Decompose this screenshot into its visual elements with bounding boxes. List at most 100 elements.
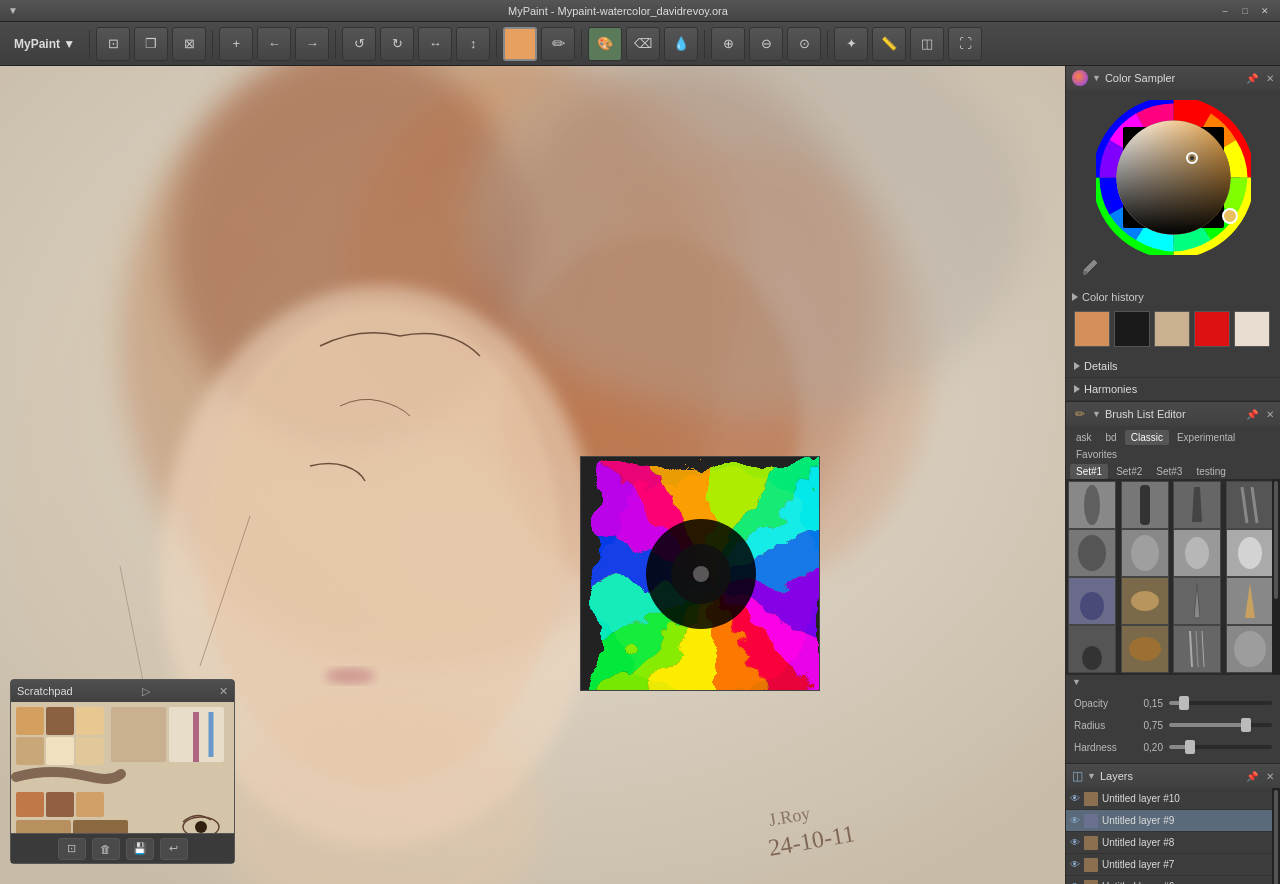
duplicate-button[interactable]: ❐ [134, 27, 168, 61]
brush-grid-scrollbar-thumb[interactable] [1274, 481, 1278, 599]
brush-cell-4[interactable] [1226, 481, 1274, 529]
brush-cell-7[interactable] [1173, 529, 1221, 577]
maximize-button[interactable]: □ [1238, 4, 1252, 18]
brush-tab-classic[interactable]: Classic [1125, 430, 1169, 445]
harmonies-row[interactable]: Harmonies [1066, 378, 1280, 401]
eyedropper-tool-button[interactable]: 💧 [664, 27, 698, 61]
color-swatch-2[interactable] [1114, 311, 1150, 347]
hardness-slider[interactable] [1169, 745, 1272, 749]
brush-cell-6[interactable] [1121, 529, 1169, 577]
layer-row-6[interactable]: 👁 Untitled layer #6 [1066, 876, 1280, 884]
brush-tab-set1[interactable]: Set#1 [1070, 464, 1108, 479]
minimize-button[interactable]: – [1218, 4, 1232, 18]
eyedropper-button[interactable] [1076, 259, 1098, 277]
brush-cell-12[interactable] [1226, 577, 1274, 625]
redo-button[interactable]: → [295, 27, 329, 61]
brush-editor-toggle[interactable]: ▼ [1092, 409, 1101, 419]
brush-cell-9[interactable] [1068, 577, 1116, 625]
brush-selector-button[interactable]: ✏ [541, 27, 575, 61]
eraser-button[interactable]: ⌫ [626, 27, 660, 61]
layers-scrollbar-thumb[interactable] [1274, 790, 1278, 884]
layer-9-eye-icon[interactable]: 👁 [1070, 815, 1080, 826]
brush-cell-14[interactable] [1121, 625, 1169, 673]
color-swatch-5[interactable] [1234, 311, 1270, 347]
brush-cell-3[interactable] [1173, 481, 1221, 529]
brush-list-editor-header[interactable]: ✏ ▼ Brush List Editor 📌 ✕ [1066, 402, 1280, 426]
color-sampler-toggle[interactable]: ▼ [1092, 73, 1101, 83]
layer-row-9[interactable]: 👁 Untitled layer #9 [1066, 810, 1280, 832]
foreground-color-button[interactable] [503, 27, 537, 61]
brush-cell-16[interactable] [1226, 625, 1274, 673]
scratchpad-settings-button[interactable]: ↩ [160, 838, 188, 860]
brush-grid-scrollbar[interactable] [1272, 479, 1280, 675]
app-menu[interactable]: ▼ [8, 5, 18, 16]
new-document-button[interactable]: ⊡ [96, 27, 130, 61]
color-sampler-header[interactable]: ▼ Color Sampler 📌 ✕ [1066, 66, 1280, 90]
layer-8-eye-icon[interactable]: 👁 [1070, 837, 1080, 848]
radius-thumb[interactable] [1241, 718, 1251, 732]
scratchpad-new-button[interactable]: ⊡ [58, 838, 86, 860]
rotate-left-button[interactable]: ↺ [342, 27, 376, 61]
ruler-button[interactable]: 📏 [872, 27, 906, 61]
brush-tab-testing[interactable]: testing [1190, 464, 1231, 479]
brush-cell-2[interactable] [1121, 481, 1169, 529]
color-history-header[interactable]: Color history [1066, 287, 1280, 307]
undo-button[interactable]: ← [257, 27, 291, 61]
brush-cell-13[interactable] [1068, 625, 1116, 673]
layers-button[interactable]: ◫ [910, 27, 944, 61]
brush-cell-8[interactable] [1226, 529, 1274, 577]
opacity-slider[interactable] [1169, 701, 1272, 705]
scratchpad-save-button[interactable]: 💾 [126, 838, 154, 860]
brush-tab-favorites[interactable]: Favorites [1070, 447, 1123, 462]
scratchpad-expand-icon[interactable]: ▷ [142, 685, 150, 698]
flip-v-button[interactable]: ↕ [456, 27, 490, 61]
scratchpad-titlebar[interactable]: Scratchpad ▷ ✕ [11, 680, 234, 702]
brush-tab-experimental[interactable]: Experimental [1171, 430, 1241, 445]
paint-tool-button[interactable]: 🎨 [588, 27, 622, 61]
layers-toggle[interactable]: ▼ [1087, 771, 1096, 781]
color-sampler-close-button[interactable]: ✕ [1266, 73, 1274, 84]
zoom-in-button[interactable]: ⊕ [711, 27, 745, 61]
layers-scrollbar[interactable] [1272, 788, 1280, 884]
brush-cell-1[interactable] [1068, 481, 1116, 529]
layers-header[interactable]: ◫ ▼ Layers 📌 ✕ [1066, 764, 1280, 788]
hardness-thumb[interactable] [1185, 740, 1195, 754]
brush-tab-set3[interactable]: Set#3 [1150, 464, 1188, 479]
flip-h-button[interactable]: ↔ [418, 27, 452, 61]
brush-grid-expand-button[interactable]: ▼ [1066, 675, 1280, 689]
brush-cell-5[interactable] [1068, 529, 1116, 577]
layers-close-button[interactable]: ✕ [1266, 771, 1274, 782]
canvas-area[interactable]: 24-10-11 J.Roy [0, 66, 1065, 884]
scratchpad-clear-button[interactable]: 🗑 [92, 838, 120, 860]
layer-row-7[interactable]: 👁 Untitled layer #7 [1066, 854, 1280, 876]
brush-tab-bd[interactable]: bd [1100, 430, 1123, 445]
zoom-reset-button[interactable]: ⊙ [787, 27, 821, 61]
brush-cell-15[interactable] [1173, 625, 1221, 673]
app-menu-button[interactable]: MyPaint ▼ [6, 37, 83, 51]
rotate-right-button[interactable]: ↻ [380, 27, 414, 61]
layers-pin-button[interactable]: 📌 [1246, 771, 1258, 782]
color-wheel[interactable] [1096, 100, 1251, 255]
scratchpad-close-icon[interactable]: ✕ [219, 685, 228, 698]
add-button[interactable]: + [219, 27, 253, 61]
color-sampler-pin-button[interactable]: 📌 [1246, 73, 1258, 84]
layer-row-10[interactable]: 👁 Untitled layer #10 [1066, 788, 1280, 810]
brush-editor-close-button[interactable]: ✕ [1266, 409, 1274, 420]
symmetry-button[interactable]: ✦ [834, 27, 868, 61]
crop-button[interactable]: ⊠ [172, 27, 206, 61]
color-swatch-1[interactable] [1074, 311, 1110, 347]
brush-tab-ask[interactable]: ask [1070, 430, 1098, 445]
brush-cell-10[interactable] [1121, 577, 1169, 625]
zoom-out-button[interactable]: ⊖ [749, 27, 783, 61]
brush-editor-pin-button[interactable]: 📌 [1246, 409, 1258, 420]
scratchpad-content[interactable] [11, 702, 234, 833]
brush-tab-set2[interactable]: Set#2 [1110, 464, 1148, 479]
opacity-thumb[interactable] [1179, 696, 1189, 710]
radius-slider[interactable] [1169, 723, 1272, 727]
layer-7-eye-icon[interactable]: 👁 [1070, 859, 1080, 870]
color-swatch-4[interactable] [1194, 311, 1230, 347]
layer-10-eye-icon[interactable]: 👁 [1070, 793, 1080, 804]
color-swatch-3[interactable] [1154, 311, 1190, 347]
fullscreen-button[interactable]: ⛶ [948, 27, 982, 61]
close-button[interactable]: ✕ [1258, 4, 1272, 18]
